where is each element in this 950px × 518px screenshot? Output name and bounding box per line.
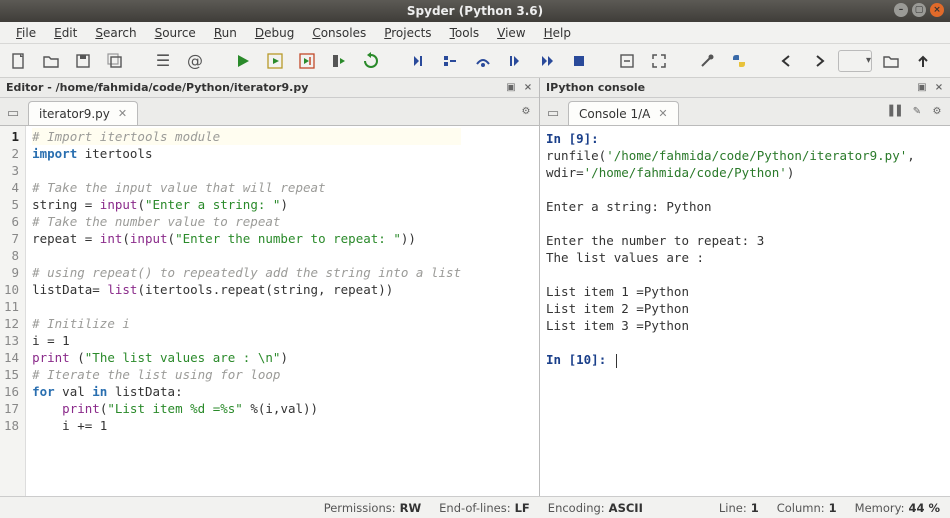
- console-pane: IPython console ▣ × ▭ Console 1/A ✕ ▌▌ ✎…: [540, 78, 950, 496]
- main-toolbar: ☰ @ ▾: [0, 44, 950, 78]
- editor-tab[interactable]: iterator9.py ✕: [28, 101, 138, 125]
- console-pane-title-text: IPython console: [546, 81, 645, 94]
- console-stop-icon[interactable]: ▌▌: [890, 104, 904, 118]
- pane-close-icon[interactable]: ×: [932, 80, 946, 94]
- editor-tab-label: iterator9.py: [39, 107, 110, 121]
- editor-gear-icon[interactable]: ⚙: [519, 104, 533, 118]
- code-editor[interactable]: 123456789101112131415161718 # Import ite…: [0, 126, 539, 496]
- editor-pane-title-text: Editor - /home/fahmida/code/Python/itera…: [6, 81, 308, 94]
- pane-close-icon[interactable]: ×: [521, 80, 535, 94]
- maximize-icon[interactable]: ▢: [912, 3, 926, 17]
- debug-step-icon[interactable]: [438, 48, 464, 74]
- menu-consoles[interactable]: Consoles: [304, 24, 374, 42]
- console-tab-label: Console 1/A: [579, 107, 650, 121]
- pane-options-icon[interactable]: ▣: [504, 80, 518, 94]
- list-icon[interactable]: ☰: [150, 48, 176, 74]
- editor-pane: Editor - /home/fahmida/code/Python/itera…: [0, 78, 540, 496]
- menu-search[interactable]: Search: [87, 24, 144, 42]
- window-title: Spyder (Python 3.6): [407, 4, 543, 18]
- debug-continue-icon[interactable]: [534, 48, 560, 74]
- status-memory: Memory:44 %: [855, 501, 940, 515]
- browse-tabs-icon[interactable]: ▭: [544, 104, 562, 122]
- tab-close-icon[interactable]: ✕: [118, 107, 127, 120]
- menu-edit[interactable]: Edit: [46, 24, 85, 42]
- save-all-icon[interactable]: [102, 48, 128, 74]
- debug-step-out-icon[interactable]: [502, 48, 528, 74]
- console-pane-title: IPython console ▣ ×: [540, 78, 950, 98]
- browse-tabs-icon[interactable]: ▭: [4, 104, 22, 122]
- working-dir-dropdown[interactable]: ▾: [838, 50, 872, 72]
- console-edit-icon[interactable]: ✎: [910, 104, 924, 118]
- run-cell-icon[interactable]: [262, 48, 288, 74]
- menubar: FileEditSearchSourceRunDebugConsolesProj…: [0, 22, 950, 44]
- close-icon[interactable]: ×: [930, 3, 944, 17]
- statusbar: Permissions:RW End-of-lines:LF Encoding:…: [0, 496, 950, 518]
- debug-step-over-icon[interactable]: [470, 48, 496, 74]
- debug-stop-icon[interactable]: [566, 48, 592, 74]
- python-path-icon[interactable]: [726, 48, 752, 74]
- console-tab[interactable]: Console 1/A ✕: [568, 101, 679, 125]
- menu-file[interactable]: File: [8, 24, 44, 42]
- minimize-icon[interactable]: –: [894, 3, 908, 17]
- open-file-icon[interactable]: [38, 48, 64, 74]
- editor-pane-title: Editor - /home/fahmida/code/Python/itera…: [0, 78, 539, 98]
- menu-debug[interactable]: Debug: [247, 24, 302, 42]
- window-titlebar: Spyder (Python 3.6) – ▢ ×: [0, 0, 950, 22]
- save-icon[interactable]: [70, 48, 96, 74]
- at-icon[interactable]: @: [182, 48, 208, 74]
- console-tabrow: ▭ Console 1/A ✕ ▌▌ ✎ ⚙: [540, 98, 950, 126]
- menu-help[interactable]: Help: [536, 24, 579, 42]
- fullscreen-icon[interactable]: [646, 48, 672, 74]
- status-line: Line:1: [719, 501, 759, 515]
- rerun-icon[interactable]: [358, 48, 384, 74]
- forward-icon[interactable]: [806, 48, 832, 74]
- maximize-pane-icon[interactable]: [614, 48, 640, 74]
- back-icon[interactable]: [774, 48, 800, 74]
- editor-tabrow: ▭ iterator9.py ✕ ⚙: [0, 98, 539, 126]
- status-column: Column:1: [777, 501, 837, 515]
- pane-options-icon[interactable]: ▣: [915, 80, 929, 94]
- run-cell-advance-icon[interactable]: [294, 48, 320, 74]
- status-eol: End-of-lines:LF: [439, 501, 530, 515]
- debug-step-into-icon[interactable]: [406, 48, 432, 74]
- parent-dir-icon[interactable]: [910, 48, 936, 74]
- ipython-console[interactable]: In [9]: runfile('/home/fahmida/code/Pyth…: [540, 126, 950, 496]
- console-gear-icon[interactable]: ⚙: [930, 104, 944, 118]
- status-encoding: Encoding:ASCII: [548, 501, 643, 515]
- browse-dir-icon[interactable]: [878, 48, 904, 74]
- tab-close-icon[interactable]: ✕: [658, 107, 667, 120]
- new-file-icon[interactable]: [6, 48, 32, 74]
- status-permissions: Permissions:RW: [324, 501, 421, 515]
- run-selection-icon[interactable]: [326, 48, 352, 74]
- menu-source[interactable]: Source: [147, 24, 204, 42]
- menu-view[interactable]: View: [489, 24, 533, 42]
- menu-projects[interactable]: Projects: [376, 24, 439, 42]
- menu-tools[interactable]: Tools: [442, 24, 488, 42]
- menu-run[interactable]: Run: [206, 24, 245, 42]
- preferences-icon[interactable]: [694, 48, 720, 74]
- run-icon[interactable]: [230, 48, 256, 74]
